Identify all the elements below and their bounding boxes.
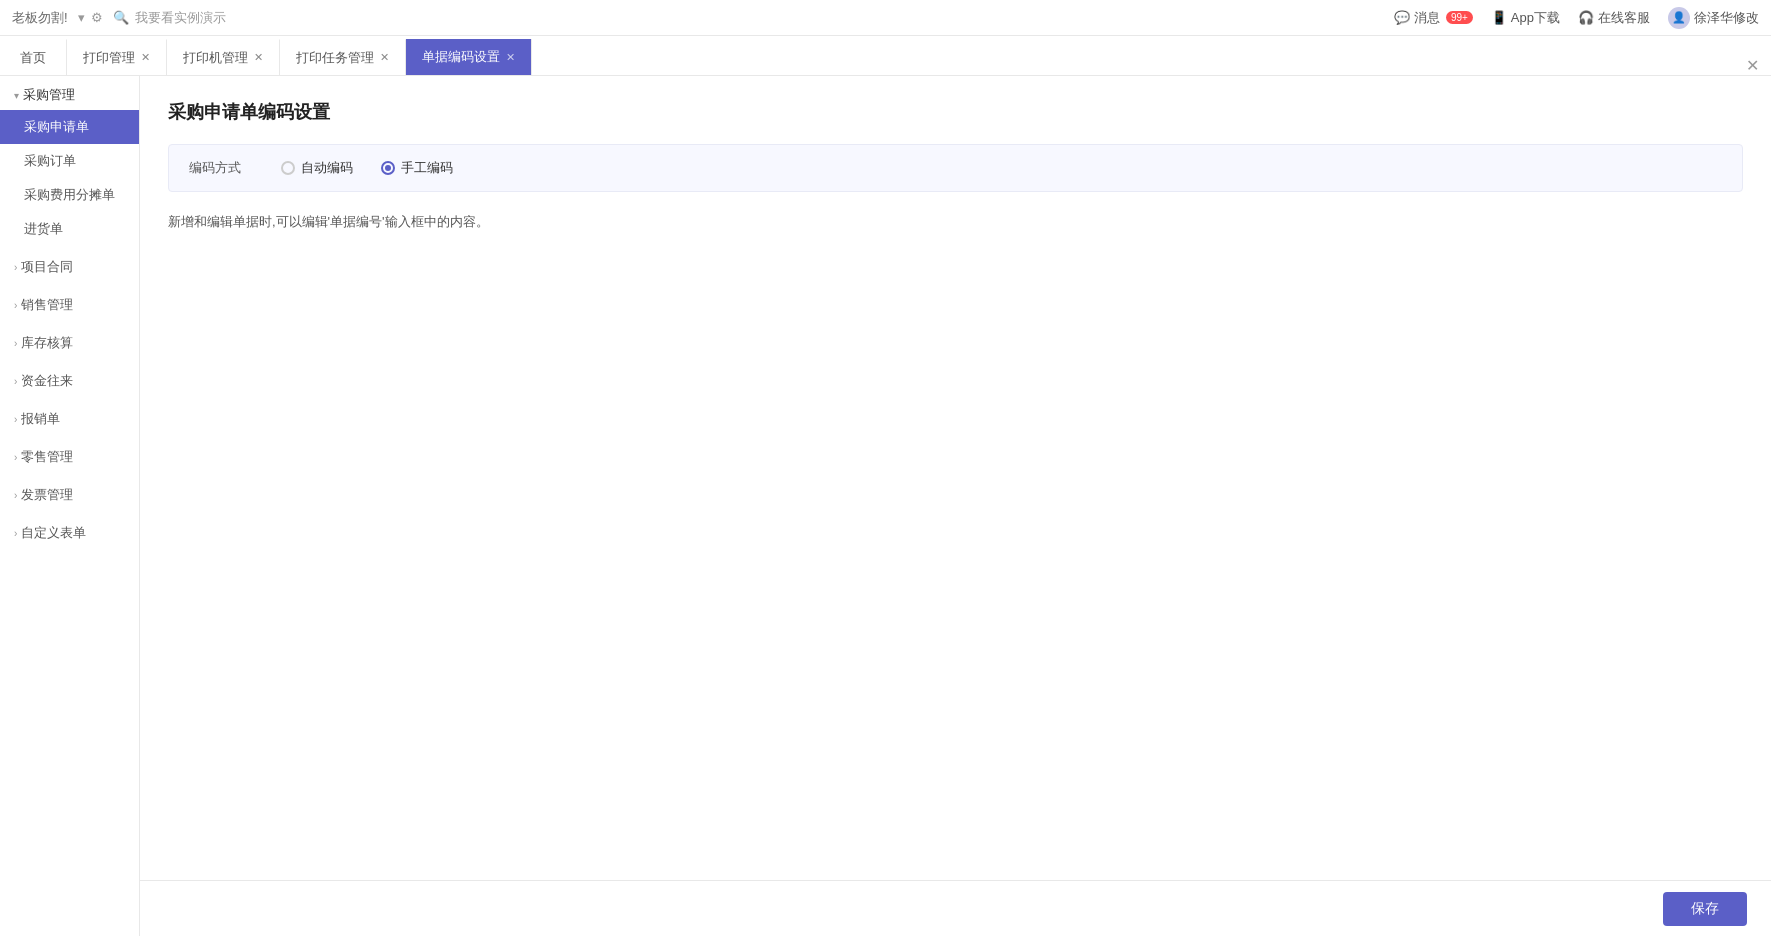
radio-auto-code[interactable]: 自动编码 <box>281 159 353 177</box>
sidebar-group-custom-forms[interactable]: › 自定义表单 <box>0 514 139 552</box>
radio-manual-code-label: 手工编码 <box>401 159 453 177</box>
hint-text: 新增和编辑单据时,可以编辑'单据编号'输入框中的内容。 <box>168 212 1743 233</box>
tab-print-task-mgmt-label: 打印任务管理 <box>296 49 374 67</box>
message-badge: 99+ <box>1446 11 1473 24</box>
online-service-item[interactable]: 🎧 在线客服 <box>1578 9 1650 27</box>
chevron-right-icon-8: › <box>14 528 17 539</box>
tab-printer-mgmt-label: 打印机管理 <box>183 49 248 67</box>
sidebar-item-purchase-order[interactable]: 采购订单 <box>0 144 139 178</box>
app-download-label: App下载 <box>1511 9 1560 27</box>
chevron-right-icon-4: › <box>14 376 17 387</box>
chevron-right-icon-7: › <box>14 490 17 501</box>
sidebar-group-retail-mgmt-label: 零售管理 <box>21 448 73 466</box>
tab-print-mgmt-label: 打印管理 <box>83 49 135 67</box>
sidebar-item-receipt[interactable]: 进货单 <box>0 212 139 246</box>
encoding-label: 编码方式 <box>189 159 241 177</box>
sidebar-group-returns-label: 报销单 <box>21 410 60 428</box>
tab-print-task-mgmt-close[interactable]: ✕ <box>380 51 389 64</box>
save-button[interactable]: 保存 <box>1663 892 1747 926</box>
sidebar-group-purchase: ▾ 采购管理 采购申请单 采购订单 采购费用分摊单 进货单 <box>0 76 139 246</box>
service-icon: 🎧 <box>1578 10 1594 25</box>
top-bar-right: 💬 消息 99+ 📱 App下载 🎧 在线客服 👤 徐泽华修改 <box>1394 7 1759 29</box>
chevron-right-icon-5: › <box>14 414 17 425</box>
search-text: 我要看实例演示 <box>135 9 226 27</box>
radio-group-encoding: 自动编码 手工编码 <box>281 159 453 177</box>
user-name: 徐泽华修改 <box>1694 9 1759 27</box>
sidebar-group-project-contract-label: 项目合同 <box>21 258 73 276</box>
page-close-button[interactable]: ✕ <box>1746 56 1771 75</box>
main-layout: ▾ 采购管理 采购申请单 采购订单 采购费用分摊单 进货单 › 项目合同 › 销… <box>0 76 1771 936</box>
radio-auto-code-label: 自动编码 <box>301 159 353 177</box>
sidebar-group-sales-mgmt-label: 销售管理 <box>21 296 73 314</box>
sidebar-item-purchase-request[interactable]: 采购申请单 <box>0 110 139 144</box>
top-bar-left: 老板勿割! ▾ ⚙ 🔍 我要看实例演示 <box>12 9 226 27</box>
sidebar-group-retail-mgmt[interactable]: › 零售管理 <box>0 438 139 476</box>
tab-home-label: 首页 <box>20 49 46 67</box>
tab-home[interactable]: 首页 <box>0 39 67 75</box>
tab-single-code-settings-label: 单据编码设置 <box>422 48 500 66</box>
chevron-right-icon-2: › <box>14 300 17 311</box>
sidebar: ▾ 采购管理 采购申请单 采购订单 采购费用分摊单 进货单 › 项目合同 › 销… <box>0 76 140 936</box>
tab-single-code-settings[interactable]: 单据编码设置 ✕ <box>406 39 532 75</box>
user-avatar: 👤 <box>1668 7 1690 29</box>
app-download-item[interactable]: 📱 App下载 <box>1491 9 1560 27</box>
message-icon: 💬 <box>1394 10 1410 25</box>
chevron-right-icon-3: › <box>14 338 17 349</box>
sidebar-group-returns[interactable]: › 报销单 <box>0 400 139 438</box>
tab-print-mgmt-close[interactable]: ✕ <box>141 51 150 64</box>
tab-single-code-settings-close[interactable]: ✕ <box>506 51 515 64</box>
content-area: 采购申请单编码设置 编码方式 自动编码 手工编码 新增和编辑单据时,可以编辑'单… <box>140 76 1771 936</box>
content-footer: 保存 <box>140 880 1771 936</box>
sidebar-group-invoice-mgmt[interactable]: › 发票管理 <box>0 476 139 514</box>
sidebar-group-inventory-calc-label: 库存核算 <box>21 334 73 352</box>
chevron-down-icon: ▾ <box>14 90 19 101</box>
tab-print-task-mgmt[interactable]: 打印任务管理 ✕ <box>280 39 406 75</box>
top-bar: 老板勿割! ▾ ⚙ 🔍 我要看实例演示 💬 消息 99+ 📱 App下载 🎧 在… <box>0 0 1771 36</box>
app-icon: 📱 <box>1491 10 1507 25</box>
sidebar-group-purchase-title[interactable]: ▾ 采购管理 <box>0 76 139 110</box>
tab-bar: 首页 打印管理 ✕ 打印机管理 ✕ 打印任务管理 ✕ 单据编码设置 ✕ ✕ <box>0 36 1771 76</box>
radio-manual-code[interactable]: 手工编码 <box>381 159 453 177</box>
settings-icon[interactable]: ⚙ <box>91 10 103 25</box>
sidebar-group-project-contract[interactable]: › 项目合同 <box>0 248 139 286</box>
brand-text: 老板勿割! <box>12 9 68 27</box>
dropdown-icon[interactable]: ▾ <box>78 10 85 25</box>
sidebar-group-purchase-label: 采购管理 <box>23 86 75 104</box>
page-title: 采购申请单编码设置 <box>168 100 1743 124</box>
chevron-right-icon: › <box>14 262 17 273</box>
sidebar-group-sales-mgmt[interactable]: › 销售管理 <box>0 286 139 324</box>
chevron-right-icon-6: › <box>14 452 17 463</box>
sidebar-group-custom-forms-label: 自定义表单 <box>21 524 86 542</box>
message-item[interactable]: 💬 消息 99+ <box>1394 9 1473 27</box>
tab-printer-mgmt[interactable]: 打印机管理 ✕ <box>167 39 280 75</box>
message-label: 消息 <box>1414 9 1440 27</box>
sidebar-group-capital-flow[interactable]: › 资金往来 <box>0 362 139 400</box>
sidebar-item-purchase-expense[interactable]: 采购费用分摊单 <box>0 178 139 212</box>
encoding-section: 编码方式 自动编码 手工编码 <box>168 144 1743 192</box>
user-item[interactable]: 👤 徐泽华修改 <box>1668 7 1759 29</box>
search-area[interactable]: 🔍 我要看实例演示 <box>113 9 226 27</box>
sidebar-group-inventory-calc[interactable]: › 库存核算 <box>0 324 139 362</box>
radio-manual-code-circle <box>381 161 395 175</box>
online-service-label: 在线客服 <box>1598 9 1650 27</box>
tab-print-mgmt[interactable]: 打印管理 ✕ <box>67 39 167 75</box>
content-inner: 采购申请单编码设置 编码方式 自动编码 手工编码 新增和编辑单据时,可以编辑'单… <box>140 76 1771 880</box>
tab-printer-mgmt-close[interactable]: ✕ <box>254 51 263 64</box>
sidebar-group-invoice-mgmt-label: 发票管理 <box>21 486 73 504</box>
radio-auto-code-circle <box>281 161 295 175</box>
sidebar-group-capital-flow-label: 资金往来 <box>21 372 73 390</box>
top-bar-icons: ▾ ⚙ <box>78 10 103 25</box>
search-icon: 🔍 <box>113 10 129 25</box>
